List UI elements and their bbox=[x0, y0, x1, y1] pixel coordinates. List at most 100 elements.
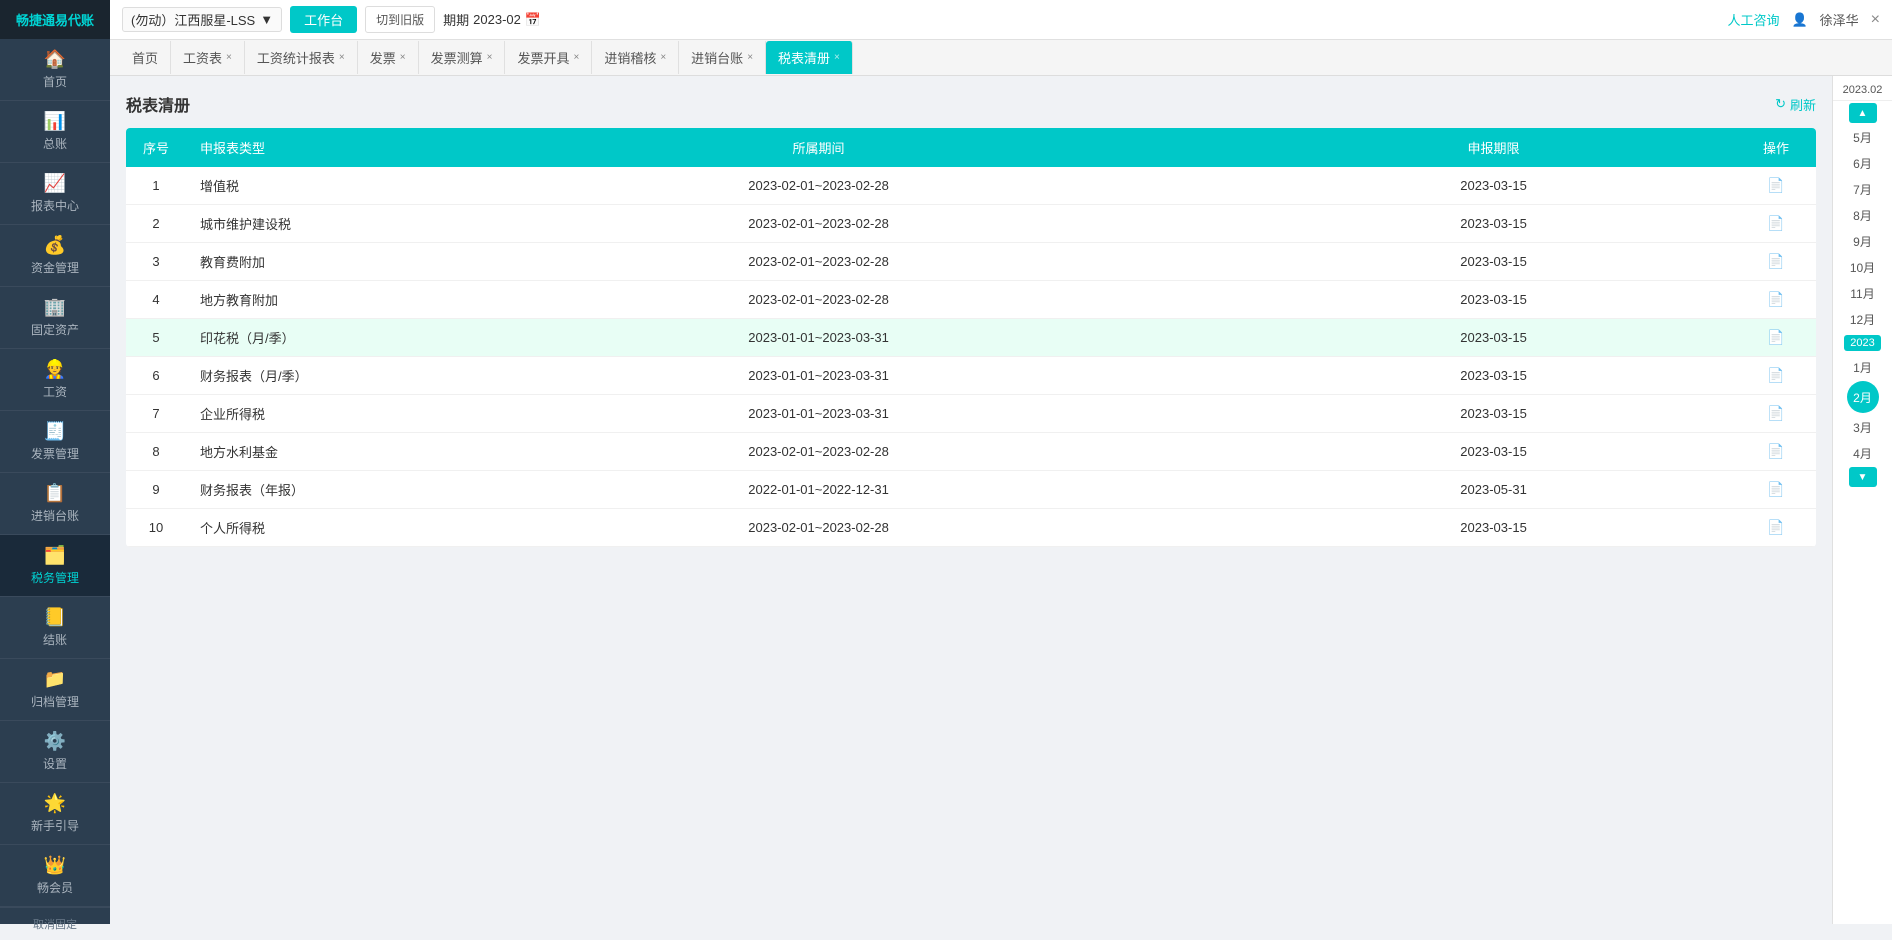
cal-month-11[interactable]: 11月 bbox=[1840, 281, 1886, 305]
report-icon: 📈 bbox=[44, 173, 66, 194]
sidebar-item-ledger[interactable]: 📊 总账 bbox=[0, 101, 110, 163]
action-icon[interactable]: 📄 bbox=[1767, 405, 1784, 421]
cell-action: 📄 bbox=[1736, 205, 1816, 243]
sidebar-item-invoice[interactable]: 🧾 发票管理 bbox=[0, 411, 110, 473]
sidebar-item-report[interactable]: 📈 报表中心 bbox=[0, 163, 110, 225]
page-title: 税表清册 bbox=[126, 92, 190, 116]
tab-invoice-calc[interactable]: 发票测算 × bbox=[419, 41, 506, 74]
assets-icon: 🏢 bbox=[44, 297, 66, 318]
tab-bar: 首页 工资表 × 工资统计报表 × 发票 × 发票测算 × 发票开具 × 进销稽… bbox=[110, 40, 1892, 76]
action-icon[interactable]: 📄 bbox=[1767, 481, 1784, 497]
calendar-icon[interactable]: 📅 bbox=[525, 12, 541, 28]
cell-type: 企业所得税 bbox=[186, 395, 386, 433]
invoice-icon: 🧾 bbox=[44, 421, 66, 442]
table-row: 6 财务报表（月/季） 2023-01-01~2023-03-31 2023-0… bbox=[126, 357, 1816, 395]
cal-month-9[interactable]: 9月 bbox=[1840, 229, 1886, 253]
sidebar-item-settings[interactable]: ⚙️ 设置 bbox=[0, 721, 110, 783]
sidebar-item-fund[interactable]: 💰 资金管理 bbox=[0, 225, 110, 287]
year-badge: 2023 bbox=[1844, 335, 1880, 351]
calendar-nav: ▲ 5月 6月 7月 8月 9月 10月 11月 12月 2023 1月 2月 … bbox=[1833, 103, 1892, 487]
cell-no: 1 bbox=[126, 167, 186, 205]
tab-salary-report[interactable]: 工资统计报表 × bbox=[245, 41, 358, 74]
sidebar-item-guide[interactable]: 🌟 新手引导 bbox=[0, 783, 110, 845]
cell-type: 印花税（月/季） bbox=[186, 319, 386, 357]
sidebar-item-home[interactable]: 🏠 首页 bbox=[0, 39, 110, 101]
tab-invoice-issue[interactable]: 发票开具 × bbox=[505, 41, 592, 74]
switch-version-button[interactable]: 切到旧版 bbox=[365, 6, 435, 33]
cal-month-7[interactable]: 7月 bbox=[1840, 177, 1886, 201]
company-selector[interactable]: (勿动）江西服星-LSS ▼ bbox=[122, 7, 282, 32]
tab-home[interactable]: 首页 bbox=[120, 41, 171, 74]
cal-month-5[interactable]: 5月 bbox=[1840, 125, 1886, 149]
sidebar-item-assets[interactable]: 🏢 固定资产 bbox=[0, 287, 110, 349]
tab-close-tax-list[interactable]: × bbox=[834, 52, 840, 63]
tab-close-purchase-audit[interactable]: × bbox=[660, 52, 666, 63]
cell-action: 📄 bbox=[1736, 357, 1816, 395]
sidebar-item-salary[interactable]: 👷 工资 bbox=[0, 349, 110, 411]
sidebar-item-tax[interactable]: 🗂️ 税务管理 bbox=[0, 535, 110, 597]
cal-month-3[interactable]: 3月 bbox=[1840, 415, 1886, 439]
table-row: 5 印花税（月/季） 2023-01-01~2023-03-31 2023-03… bbox=[126, 319, 1816, 357]
period-label: 期期 2023-02 📅 bbox=[443, 10, 541, 29]
cal-month-1[interactable]: 1月 bbox=[1840, 355, 1886, 379]
sidebar-item-close[interactable]: 📒 结账 bbox=[0, 597, 110, 659]
calendar-up-button[interactable]: ▲ bbox=[1849, 103, 1877, 123]
cal-month-10[interactable]: 10月 bbox=[1840, 255, 1886, 279]
cal-month-4[interactable]: 4月 bbox=[1840, 441, 1886, 465]
workbench-button[interactable]: 工作台 bbox=[290, 6, 357, 33]
cell-action: 📄 bbox=[1736, 433, 1816, 471]
calendar-down-button[interactable]: ▼ bbox=[1849, 467, 1877, 487]
table-row: 4 地方教育附加 2023-02-01~2023-02-28 2023-03-1… bbox=[126, 281, 1816, 319]
consult-button[interactable]: 人工咨询 bbox=[1727, 10, 1779, 29]
right-panel-header: 2023.02 bbox=[1833, 80, 1892, 101]
tab-close-salary-report[interactable]: × bbox=[339, 52, 345, 63]
cal-month-2-active[interactable]: 2月 bbox=[1847, 381, 1879, 413]
tab-close-invoice-calc[interactable]: × bbox=[487, 52, 493, 63]
cell-no: 6 bbox=[126, 357, 186, 395]
cell-type: 教育费附加 bbox=[186, 243, 386, 281]
tab-purchase-ledger[interactable]: 进销台账 × bbox=[679, 41, 766, 74]
tax-icon: 🗂️ bbox=[44, 545, 66, 566]
cell-type: 城市维护建设税 bbox=[186, 205, 386, 243]
tab-invoice[interactable]: 发票 × bbox=[358, 41, 419, 74]
cell-type: 地方教育附加 bbox=[186, 281, 386, 319]
tab-close-salary[interactable]: × bbox=[226, 52, 232, 63]
action-icon[interactable]: 📄 bbox=[1767, 443, 1784, 459]
company-name: (勿动）江西服星-LSS bbox=[131, 10, 255, 29]
content-area: 税表清册 ↻ 刷新 序号 申报表类型 所属期间 申报期限 操作 bbox=[110, 76, 1892, 924]
action-icon[interactable]: 📄 bbox=[1767, 519, 1784, 535]
right-panel: 2023.02 ▲ 5月 6月 7月 8月 9月 10月 11月 12月 202… bbox=[1832, 76, 1892, 924]
col-period: 所属期间 bbox=[386, 128, 1251, 167]
cell-no: 8 bbox=[126, 433, 186, 471]
main-content: 税表清册 ↻ 刷新 序号 申报表类型 所属期间 申报期限 操作 bbox=[110, 76, 1832, 924]
tab-close-invoice-issue[interactable]: × bbox=[573, 52, 579, 63]
archive-icon: 📁 bbox=[44, 669, 66, 690]
cell-period: 2023-01-01~2023-03-31 bbox=[386, 319, 1251, 357]
tab-close-invoice[interactable]: × bbox=[400, 52, 406, 63]
action-icon[interactable]: 📄 bbox=[1767, 329, 1784, 345]
cell-period: 2022-01-01~2022-12-31 bbox=[386, 471, 1251, 509]
sidebar-item-purchase-sales[interactable]: 📋 进销台账 bbox=[0, 473, 110, 535]
refresh-button[interactable]: ↻ 刷新 bbox=[1775, 95, 1816, 114]
action-icon[interactable]: 📄 bbox=[1767, 367, 1784, 383]
tab-salary-table[interactable]: 工资表 × bbox=[171, 41, 245, 74]
cal-month-8[interactable]: 8月 bbox=[1840, 203, 1886, 227]
window-close-button[interactable]: × bbox=[1871, 11, 1880, 29]
tab-purchase-audit[interactable]: 进销稽核 × bbox=[592, 41, 679, 74]
action-icon[interactable]: 📄 bbox=[1767, 215, 1784, 231]
sidebar-item-vip[interactable]: 👑 畅会员 bbox=[0, 845, 110, 907]
cal-month-6[interactable]: 6月 bbox=[1840, 151, 1886, 175]
table-row: 8 地方水利基金 2023-02-01~2023-02-28 2023-03-1… bbox=[126, 433, 1816, 471]
action-icon[interactable]: 📄 bbox=[1767, 253, 1784, 269]
sidebar-item-archive[interactable]: 📁 归档管理 bbox=[0, 659, 110, 721]
cell-type: 财务报表（年报） bbox=[186, 471, 386, 509]
cell-period: 2023-01-01~2023-03-31 bbox=[386, 357, 1251, 395]
tab-close-purchase-ledger[interactable]: × bbox=[747, 52, 753, 63]
cal-month-12[interactable]: 12月 bbox=[1840, 307, 1886, 331]
action-icon[interactable]: 📄 bbox=[1767, 291, 1784, 307]
col-action: 操作 bbox=[1736, 128, 1816, 167]
tab-tax-list[interactable]: 税表清册 × bbox=[766, 41, 853, 74]
cell-no: 7 bbox=[126, 395, 186, 433]
action-icon[interactable]: 📄 bbox=[1767, 177, 1784, 193]
cell-no: 2 bbox=[126, 205, 186, 243]
